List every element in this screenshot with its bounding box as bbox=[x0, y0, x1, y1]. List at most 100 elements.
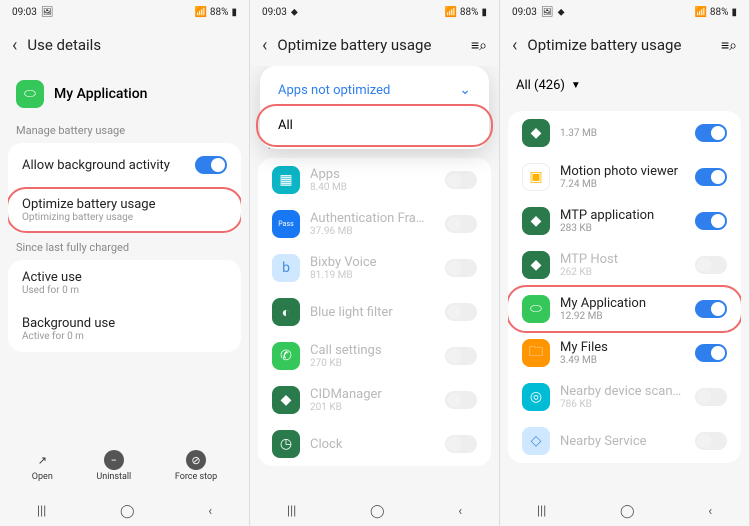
row-allow-background[interactable]: Allow background activity bbox=[8, 143, 241, 187]
toggle[interactable] bbox=[445, 171, 477, 189]
section-manage: Manage battery usage bbox=[0, 116, 249, 143]
card-usage: Active useUsed for 0 m Background useAct… bbox=[8, 260, 241, 352]
header: ‹ Optimize battery usage ≡⌕ bbox=[500, 24, 749, 66]
phone-use-details: 09:03 🖼 📶88%▮ ‹ Use details ⬭ My Applica… bbox=[0, 0, 250, 526]
header: ‹ Optimize battery usage ≡⌕ bbox=[250, 24, 499, 66]
app-size: 81.19 MB bbox=[310, 270, 435, 281]
app-size: 283 KB bbox=[560, 223, 685, 234]
app-row[interactable]: ◐ Blue light filter bbox=[258, 290, 491, 334]
back-icon[interactable]: ‹ bbox=[262, 35, 267, 56]
toggle[interactable] bbox=[695, 300, 727, 318]
app-row[interactable]: ◇ Nearby Service bbox=[508, 419, 741, 463]
page-title: Optimize battery usage bbox=[527, 36, 711, 54]
app-icon: 🗀 bbox=[522, 339, 550, 367]
nav-recent[interactable]: ||| bbox=[287, 504, 297, 519]
app-icon: ▣ bbox=[522, 163, 550, 191]
dropdown-apps-not-optimized[interactable]: Apps not optimized⌄ bbox=[260, 72, 489, 108]
toggle[interactable] bbox=[695, 256, 727, 274]
app-row[interactable]: ◆MTP Host262 KB bbox=[508, 243, 741, 287]
toggle[interactable] bbox=[445, 215, 477, 233]
app-row[interactable]: ◎Nearby device scanning786 KB bbox=[508, 375, 741, 419]
toggle[interactable] bbox=[445, 347, 477, 365]
app-row[interactable]: Pass Authentication Framework37.96 MB bbox=[258, 202, 491, 246]
app-icon: ◆ bbox=[272, 386, 300, 414]
toggle[interactable] bbox=[695, 344, 727, 362]
toggle-allow-bg[interactable] bbox=[195, 156, 227, 174]
nav-recent[interactable]: ||| bbox=[37, 504, 47, 519]
app-row[interactable]: 🗀My Files3.49 MB bbox=[508, 331, 741, 375]
toggle[interactable] bbox=[445, 391, 477, 409]
app-size: 786 KB bbox=[560, 399, 685, 410]
row-optimize-battery[interactable]: Optimize battery usage Optimizing batter… bbox=[8, 187, 241, 233]
app-icon: ◆ bbox=[522, 119, 550, 147]
header: ‹ Use details bbox=[0, 24, 249, 66]
page-title: Optimize battery usage bbox=[277, 36, 461, 54]
app-row[interactable]: ⬭My Application12.92 MB bbox=[508, 287, 741, 331]
app-icon: ◐ bbox=[272, 298, 300, 326]
app-size: 8.40 MB bbox=[310, 182, 435, 193]
app-icon: ◆ bbox=[522, 251, 550, 279]
toggle[interactable] bbox=[695, 124, 727, 142]
nav-home[interactable]: ◯ bbox=[120, 504, 135, 519]
toggle[interactable] bbox=[445, 435, 477, 453]
app-row[interactable]: ✆Call settings270 KB bbox=[258, 334, 491, 378]
nav-back[interactable]: ‹ bbox=[708, 504, 712, 519]
app-name: Blue light filter bbox=[310, 305, 435, 320]
toggle[interactable] bbox=[445, 303, 477, 321]
app-icon: ◆ bbox=[522, 207, 550, 235]
toggle[interactable] bbox=[695, 432, 727, 450]
nav-back[interactable]: ‹ bbox=[208, 504, 212, 519]
app-list: ◆1.37 MB▣Motion photo viewer7.24 MB◆MTP … bbox=[508, 111, 741, 463]
nav-home[interactable]: ◯ bbox=[370, 504, 385, 519]
app-icon: ◇ bbox=[522, 427, 550, 455]
filter-all[interactable]: All (426)▼ bbox=[500, 66, 749, 105]
app-name: MTP Host bbox=[560, 252, 685, 267]
app-row[interactable]: ◆MTP application283 KB bbox=[508, 199, 741, 243]
app-row[interactable]: ▦Apps8.40 MB bbox=[258, 158, 491, 202]
app-icon: ⬭ bbox=[16, 80, 44, 108]
app-row[interactable]: ◷Clock bbox=[258, 422, 491, 466]
section-since: Since last fully charged bbox=[0, 233, 249, 260]
app-row[interactable]: ◆1.37 MB bbox=[508, 111, 741, 155]
bottom-actions: ↗Open −Uninstall ⊘Force stop bbox=[0, 436, 249, 496]
filter-icon[interactable]: ≡⌕ bbox=[721, 37, 737, 54]
open-button[interactable]: ↗Open bbox=[32, 450, 53, 482]
app-name: Motion photo viewer bbox=[560, 164, 685, 179]
force-stop-button[interactable]: ⊘Force stop bbox=[175, 450, 217, 482]
row-active-use[interactable]: Active useUsed for 0 m bbox=[8, 260, 241, 306]
uninstall-button[interactable]: −Uninstall bbox=[96, 450, 131, 482]
app-name: Apps bbox=[310, 167, 435, 182]
app-icon: ◷ bbox=[272, 430, 300, 458]
app-row[interactable]: ▣ Motion photo viewer7.24 MB bbox=[508, 155, 741, 199]
app-row[interactable]: bBixby Voice81.19 MB bbox=[258, 246, 491, 290]
app-name: Call settings bbox=[310, 343, 435, 358]
filter-icon[interactable]: ≡⌕ bbox=[471, 37, 487, 54]
status-bar: 09:03 🖼⬥ 📶88%▮ bbox=[500, 0, 749, 24]
app-icon: ◎ bbox=[522, 383, 550, 411]
app-name: Authentication Framework bbox=[310, 211, 435, 226]
nav-bar: ||| ◯ ‹ bbox=[500, 496, 749, 526]
phone-optimize-all: 09:03 🖼⬥ 📶88%▮ ‹ Optimize battery usage … bbox=[500, 0, 750, 526]
dropdown-all[interactable]: All bbox=[260, 108, 489, 143]
nav-bar: ||| ◯ ‹ bbox=[250, 496, 499, 526]
row-background-use[interactable]: Background useActive for 0 m bbox=[8, 306, 241, 352]
app-size: 7.24 MB bbox=[560, 179, 685, 190]
app-name: Nearby Service bbox=[560, 434, 685, 449]
nav-back[interactable]: ‹ bbox=[458, 504, 462, 519]
nav-recent[interactable]: ||| bbox=[537, 504, 547, 519]
toggle[interactable] bbox=[445, 259, 477, 277]
filter-dropdown: Apps not optimized⌄ All bbox=[260, 66, 489, 149]
app-name: CIDManager bbox=[310, 387, 435, 402]
back-icon[interactable]: ‹ bbox=[512, 35, 517, 56]
back-icon[interactable]: ‹ bbox=[12, 35, 17, 56]
app-list: ▦Apps8.40 MB Pass Authentication Framework… bbox=[258, 158, 491, 466]
app-icon: Pass bbox=[272, 210, 300, 238]
nav-bar: ||| ◯ ‹ bbox=[0, 496, 249, 526]
nav-home[interactable]: ◯ bbox=[620, 504, 635, 519]
app-size: 37.96 MB bbox=[310, 226, 435, 237]
toggle[interactable] bbox=[695, 388, 727, 406]
toggle[interactable] bbox=[695, 212, 727, 230]
app-size: 270 KB bbox=[310, 358, 435, 369]
app-row[interactable]: ◆CIDManager201 KB bbox=[258, 378, 491, 422]
toggle[interactable] bbox=[695, 168, 727, 186]
